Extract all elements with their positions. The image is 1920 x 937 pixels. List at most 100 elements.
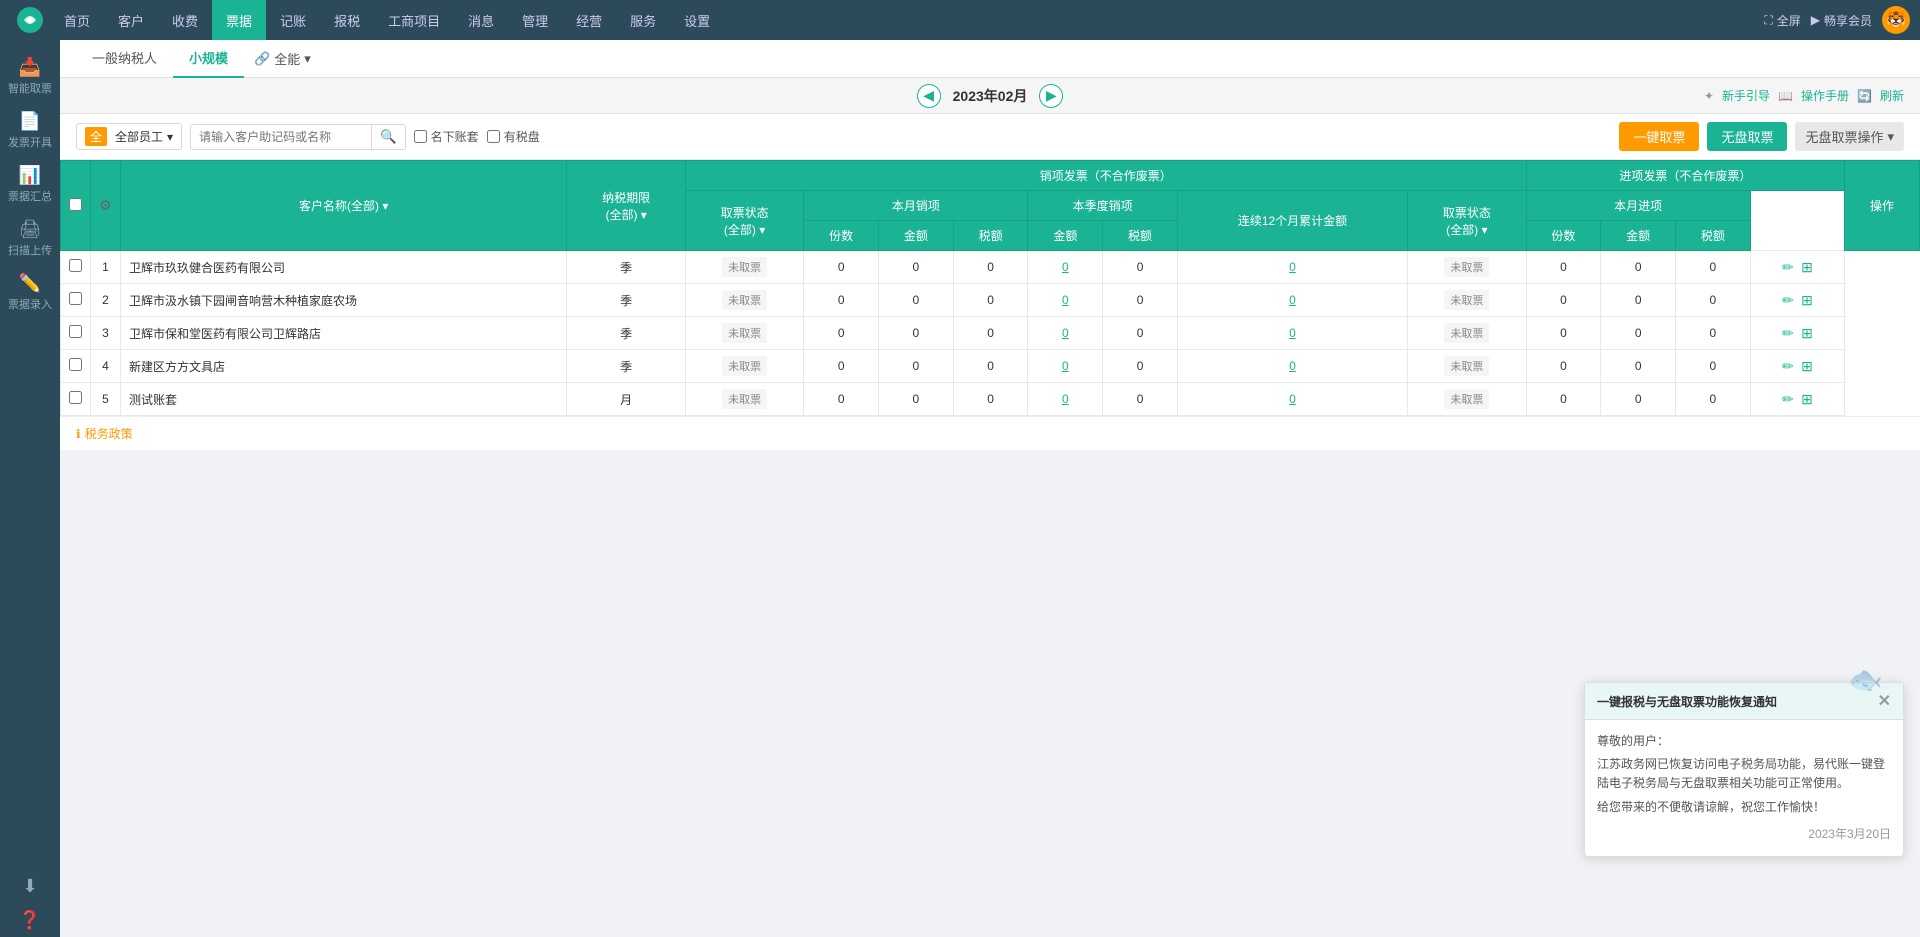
row-sales-month-count-4: 0 xyxy=(804,383,879,416)
row-12month-4: 0 xyxy=(1177,383,1407,416)
under-name-checkbox-label[interactable]: 名下账套 xyxy=(414,128,479,145)
no-disk-op-btn[interactable]: 无盘取票操作 ▾ xyxy=(1795,122,1904,151)
row-sales-quarter-tax-3: 0 xyxy=(1103,350,1178,383)
row-sales-quarter-tax-1: 0 xyxy=(1103,284,1178,317)
table-body: 1 卫辉市玖玖健合医药有限公司 季 未取票 0 0 0 0 0 0 未取票 0 … xyxy=(61,251,1920,416)
row-edit-icon-0[interactable]: ✏ xyxy=(1782,259,1794,275)
fullscreen-icon: ⛶ xyxy=(1764,13,1772,28)
fullscreen-btn[interactable]: ⛶ 全屏 xyxy=(1764,12,1800,29)
refresh-btn[interactable]: 刷新 xyxy=(1880,87,1904,104)
manual-btn[interactable]: 操作手册 xyxy=(1801,87,1849,104)
row-checkbox-2[interactable] xyxy=(69,325,82,338)
sidebar-item-download[interactable]: ⬇ xyxy=(0,869,60,903)
page-footer: ℹ 税务政策 xyxy=(60,416,1920,450)
nav-customer[interactable]: 客户 xyxy=(104,0,158,40)
select-all-checkbox[interactable] xyxy=(69,198,82,211)
row-detail-icon-3[interactable]: ⊞ xyxy=(1801,358,1813,374)
row-income-month-count-3: 0 xyxy=(1526,350,1601,383)
sidebar-item-scan-upload[interactable]: 🖨 扫描上传 xyxy=(0,212,60,266)
row-num-2: 3 xyxy=(91,317,121,350)
row-checkbox-1[interactable] xyxy=(69,292,82,305)
period-next-btn[interactable]: ▶ xyxy=(1039,84,1063,108)
nav-service[interactable]: 服务 xyxy=(616,0,670,40)
table-row: 2 卫辉市汲水镇下园闸音响营木种植家庭农场 季 未取票 0 0 0 0 0 0 … xyxy=(61,284,1920,317)
col-period-filter-icon[interactable]: ▾ xyxy=(641,208,647,222)
row-income-month-count-4: 0 xyxy=(1526,383,1601,416)
has-tax-disk-checkbox[interactable] xyxy=(487,130,500,143)
period-prev-btn[interactable]: ◀ xyxy=(917,84,941,108)
sidebar-item-help[interactable]: ❓ xyxy=(0,903,60,937)
nav-manage[interactable]: 管理 xyxy=(508,0,562,40)
sidebar: 📥 智能取票 📄 发票开具 📊 票据汇总 🖨 扫描上传 ✏️ 票据录入 ⬇ ❓ xyxy=(0,40,60,937)
row-detail-icon-2[interactable]: ⊞ xyxy=(1801,325,1813,341)
row-sales-month-count-0: 0 xyxy=(804,251,879,284)
col-name-filter-icon[interactable]: ▾ xyxy=(382,199,388,213)
top-navigation: 首页 客户 收费 票据 记账 报税 工商项目 消息 管理 经营 服务 设置 ⛶ … xyxy=(0,0,1920,40)
row-edit-icon-1[interactable]: ✏ xyxy=(1782,292,1794,308)
row-checkbox-3[interactable] xyxy=(69,358,82,371)
tab-general-taxpayer[interactable]: 一般纳税人 xyxy=(76,40,173,78)
sidebar-item-invoice-open[interactable]: 📄 发票开具 xyxy=(0,104,60,158)
row-edit-icon-4[interactable]: ✏ xyxy=(1782,391,1794,407)
nav-operation[interactable]: 经营 xyxy=(562,0,616,40)
row-sales-month-amount-3: 0 xyxy=(879,350,954,383)
under-name-checkbox[interactable] xyxy=(414,130,427,143)
row-sales-status-3: 未取票 xyxy=(685,350,803,383)
row-edit-icon-2[interactable]: ✏ xyxy=(1782,325,1794,341)
row-checkbox-4[interactable] xyxy=(69,391,82,404)
one-key-ticket-btn[interactable]: 一键取票 xyxy=(1619,122,1699,151)
nav-message[interactable]: 消息 xyxy=(454,0,508,40)
has-tax-disk-checkbox-label[interactable]: 有税盘 xyxy=(487,128,540,145)
employee-select[interactable]: 全 全部员工 ▾ xyxy=(76,123,182,150)
tax-policy-btn[interactable]: ℹ 税务政策 xyxy=(76,425,133,442)
nav-tax[interactable]: 报税 xyxy=(320,0,374,40)
nav-ticket[interactable]: 票据 xyxy=(212,0,266,40)
row-name-0: 卫辉市玖玖健合医药有限公司 xyxy=(121,251,567,284)
nav-home[interactable]: 首页 xyxy=(50,0,104,40)
search-input[interactable] xyxy=(191,126,371,148)
sidebar-item-smart-ticket[interactable]: 📥 智能取票 xyxy=(0,50,60,104)
nav-account[interactable]: 记账 xyxy=(266,0,320,40)
row-checkbox-cell xyxy=(61,284,91,317)
row-detail-icon-1[interactable]: ⊞ xyxy=(1801,292,1813,308)
row-sales-status-2: 未取票 xyxy=(685,317,803,350)
logo[interactable] xyxy=(10,0,50,40)
row-actions-3: ✏ ⊞ xyxy=(1750,350,1844,383)
period-right-icon-1: 📖 xyxy=(1778,89,1793,103)
row-edit-icon-3[interactable]: ✏ xyxy=(1782,358,1794,374)
row-detail-icon-0[interactable]: ⊞ xyxy=(1801,259,1813,275)
col-name-header: 客户名称(全部) ▾ xyxy=(121,161,567,251)
sidebar-item-ticket-entry[interactable]: ✏️ 票据录入 xyxy=(0,266,60,320)
row-sales-status-1: 未取票 xyxy=(685,284,803,317)
row-income-month-tax-0: 0 xyxy=(1676,251,1751,284)
row-checkbox-0[interactable] xyxy=(69,259,82,272)
income-status-filter-icon[interactable]: ▾ xyxy=(1482,223,1488,237)
row-detail-icon-4[interactable]: ⊞ xyxy=(1801,391,1813,407)
period-nav: ◀ 2023年02月 ▶ xyxy=(917,84,1064,108)
nav-settings[interactable]: 设置 xyxy=(670,0,724,40)
period-right-btns: ✦ 新手引导 📖 操作手册 🔄 刷新 xyxy=(1704,87,1904,104)
search-button[interactable]: 🔍 xyxy=(371,125,405,149)
sales-status-filter-icon[interactable]: ▾ xyxy=(759,223,765,237)
settings-icon[interactable]: ⚙ xyxy=(99,197,112,213)
row-sales-month-tax-4: 0 xyxy=(953,383,1028,416)
nav-industry[interactable]: 工商项目 xyxy=(374,0,454,40)
no-disk-ticket-btn[interactable]: 无盘取票 xyxy=(1707,122,1787,151)
nav-right: ⛶ 全屏 ▶ 畅享会员 🐯 xyxy=(1764,6,1910,34)
col-period-header: 纳税期限(全部) ▾ xyxy=(567,161,685,251)
table-row: 3 卫辉市保和堂医药有限公司卫辉路店 季 未取票 0 0 0 0 0 0 未取票… xyxy=(61,317,1920,350)
row-sales-month-tax-1: 0 xyxy=(953,284,1028,317)
avatar[interactable]: 🐯 xyxy=(1882,6,1910,34)
tax-policy-icon: ℹ xyxy=(76,427,81,441)
member-btn[interactable]: ▶ 畅享会员 xyxy=(1811,12,1872,29)
table-row: 5 测试账套 月 未取票 0 0 0 0 0 0 未取票 0 0 0 ✏ ⊞ xyxy=(61,383,1920,416)
nav-fee[interactable]: 收费 xyxy=(158,0,212,40)
tab-small-scale[interactable]: 小规模 xyxy=(173,40,244,78)
newbie-guide-btn[interactable]: 新手引导 xyxy=(1722,87,1770,104)
row-income-status-3: 未取票 xyxy=(1408,350,1526,383)
sidebar-item-ticket-summary[interactable]: 📊 票据汇总 xyxy=(0,158,60,212)
tab-all[interactable]: 🔗 全能 ▾ xyxy=(244,49,321,68)
search-box: 🔍 xyxy=(190,124,406,150)
row-income-status-2: 未取票 xyxy=(1408,317,1526,350)
row-name-3: 新建区方方文具店 xyxy=(121,350,567,383)
